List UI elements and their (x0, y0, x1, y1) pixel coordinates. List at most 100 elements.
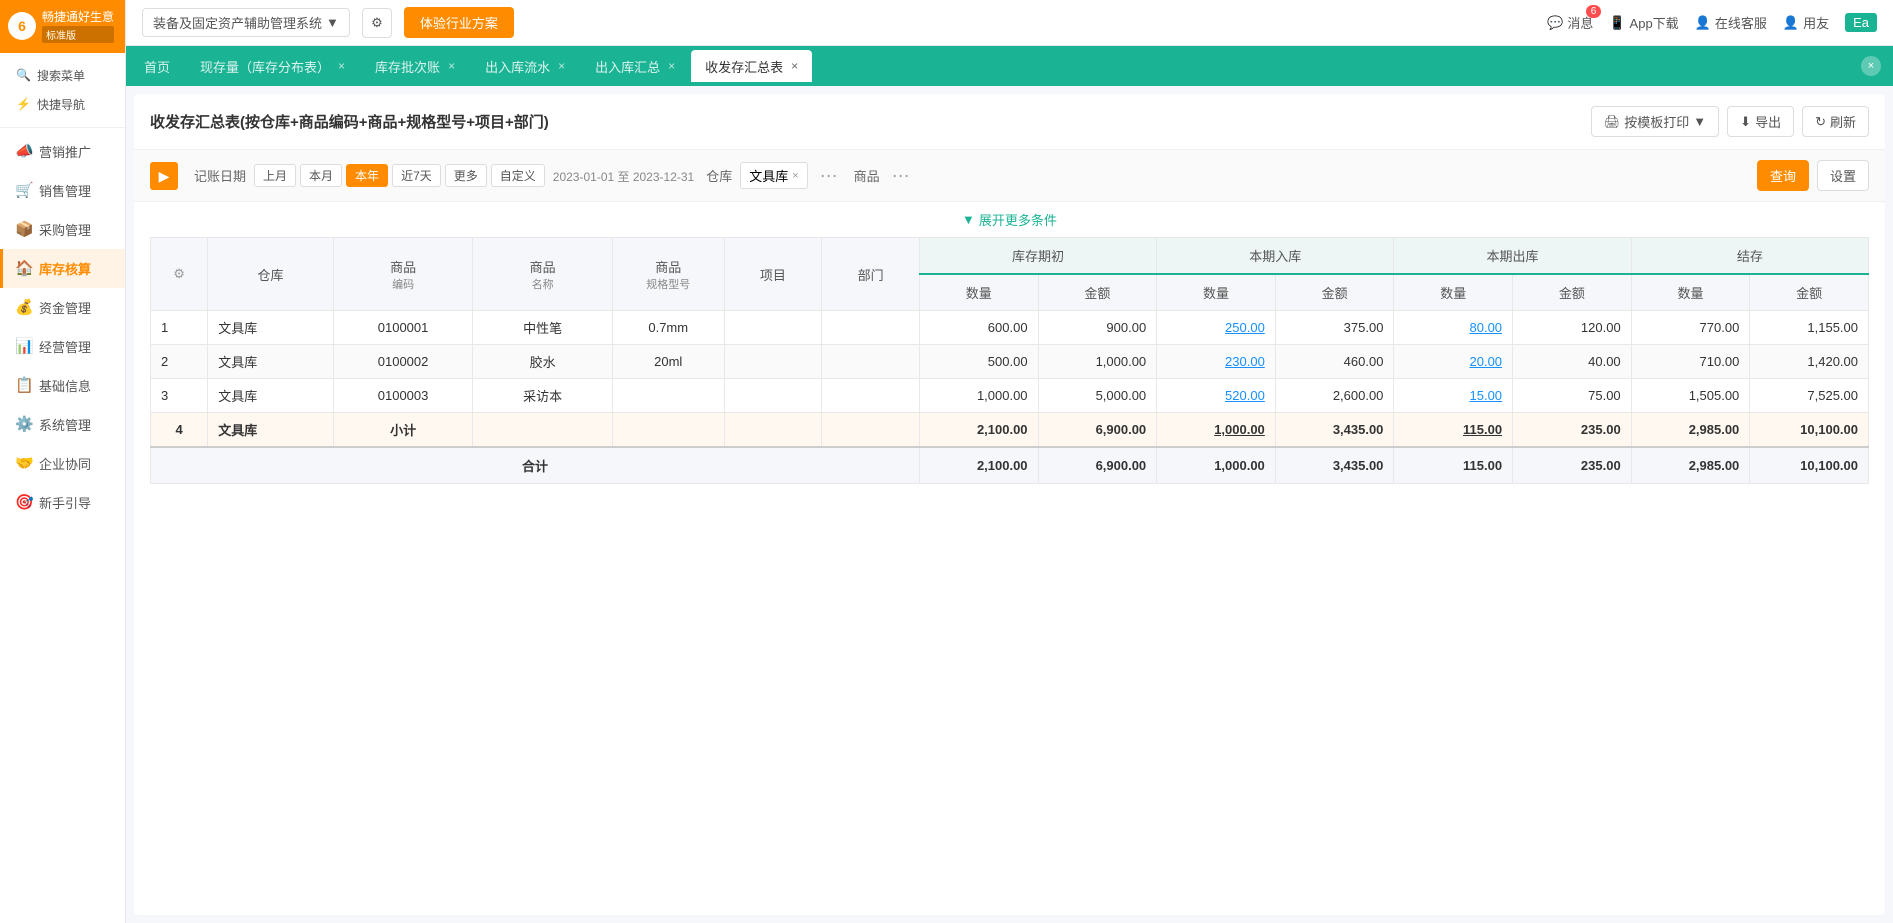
print-icon: 🖨 (1604, 114, 1621, 130)
cell-code-2: 0100002 (333, 345, 473, 379)
subtotal-seq: 4 (151, 413, 208, 448)
cell-out-qty-2[interactable]: 20.00 (1394, 345, 1513, 379)
totals-row: 合计 2,100.00 6,900.00 1,000.00 3,435.00 1… (151, 447, 1869, 484)
warehouse-tag-close-icon[interactable]: × (792, 170, 798, 182)
cell-in-qty-2[interactable]: 230.00 (1157, 345, 1276, 379)
message-action[interactable]: 💬 消息 6 (1547, 13, 1593, 32)
sidebar-item-operations[interactable]: 📊 经营管理 (0, 327, 125, 366)
cell-opening-qty-2: 500.00 (919, 345, 1038, 379)
online-service-action[interactable]: 👤 在线客服 (1695, 13, 1767, 32)
tab-close-in-out-flow[interactable]: × (558, 59, 565, 73)
col-header-spec: 商品规格型号 (612, 238, 724, 311)
cell-out-qty-3[interactable]: 15.00 (1394, 379, 1513, 413)
tab-inventory-dist[interactable]: 现存量（库存分布表） × (186, 50, 359, 82)
cell-in-qty-1[interactable]: 250.00 (1157, 311, 1276, 345)
experience-button[interactable]: 体验行业方案 (404, 7, 514, 38)
col-header-in-qty: 数量 (1157, 274, 1276, 311)
sidebar-item-finance[interactable]: 💰 资金管理 (0, 288, 125, 327)
col-header-warehouse: 仓库 (208, 238, 334, 311)
sidebar-item-inventory[interactable]: 🏠 库存核算 (0, 249, 125, 288)
warehouse-ellipsis[interactable]: ··· (816, 165, 842, 186)
col-header-out-qty: 数量 (1394, 274, 1513, 311)
user-action[interactable]: 👤 用友 (1783, 13, 1829, 32)
totals-in-amt: 3,435.00 (1275, 447, 1394, 484)
subtotal-out-qty[interactable]: 115.00 (1394, 413, 1513, 448)
tab-close-in-out-summary[interactable]: × (668, 59, 675, 73)
tab-home[interactable]: 首页 (130, 50, 184, 82)
table-row: 2 文具库 0100002 胶水 20ml 500.00 1,000.00 23… (151, 345, 1869, 379)
cell-closing-amt-3: 7,525.00 (1750, 379, 1869, 413)
subtotal-out-amt: 235.00 (1513, 413, 1632, 448)
filter-toggle-button[interactable]: ▶ (150, 162, 178, 190)
print-button[interactable]: 🖨 按模板打印 ▼ (1591, 106, 1719, 137)
sidebar-search-section: 🔍 搜索菜单 ⚡ 快捷导航 (0, 53, 125, 128)
app-download-action[interactable]: 📱 App下载 (1609, 13, 1678, 32)
date-btn-this-year[interactable]: 本年 (346, 164, 388, 187)
col-header-name: 商品名称 (473, 238, 613, 311)
date-btn-last-month[interactable]: 上月 (254, 164, 296, 187)
tab-in-out-flow[interactable]: 出入库流水 × (471, 50, 579, 82)
sidebar-item-basic[interactable]: 📋 基础信息 (0, 366, 125, 405)
purchase-icon: 📦 (15, 220, 33, 238)
tab-close-batch-account[interactable]: × (448, 59, 455, 73)
warehouse-tag[interactable]: 文具库 × (740, 162, 807, 189)
date-btn-this-month[interactable]: 本月 (300, 164, 342, 187)
logo-text: 畅捷通好生意 (42, 10, 114, 26)
cell-in-qty-3[interactable]: 520.00 (1157, 379, 1276, 413)
cell-dept-1 (822, 311, 920, 345)
cell-opening-qty-1: 600.00 (919, 311, 1038, 345)
sidebar-item-sales[interactable]: 🛒 销售管理 (0, 171, 125, 210)
system-selector[interactable]: 装备及固定资产辅助管理系统 ▼ (142, 8, 350, 37)
quick-nav-item[interactable]: ⚡ 快捷导航 (8, 90, 117, 119)
col-header-dept: 部门 (822, 238, 920, 311)
print-arrow-icon: ▼ (1693, 114, 1706, 129)
date-btn-more[interactable]: 更多 (445, 164, 487, 187)
cell-dept-2 (822, 345, 920, 379)
totals-opening-qty: 2,100.00 (919, 447, 1038, 484)
date-btn-custom[interactable]: 自定义 (491, 164, 545, 187)
col-header-in-amt: 金额 (1275, 274, 1394, 311)
date-filter-label: 记账日期 (194, 166, 246, 185)
col-header-out-amt: 金额 (1513, 274, 1632, 311)
tab-close-recv-send-summary[interactable]: × (791, 59, 798, 73)
goods-ellipsis[interactable]: ··· (888, 165, 914, 186)
sidebar-item-marketing[interactable]: 📣 营销推广 (0, 132, 125, 171)
col-header-opening-qty: 数量 (919, 274, 1038, 311)
subtotal-in-qty[interactable]: 1,000.00 (1157, 413, 1276, 448)
gear-icon: ⚙ (371, 15, 383, 31)
cell-closing-qty-3: 1,505.00 (1631, 379, 1750, 413)
date-buttons: 上月 本月 本年 近7天 更多 自定义 (254, 164, 545, 187)
subtotal-warehouse: 文具库 (208, 413, 334, 448)
sidebar-item-guide[interactable]: 🎯 新手引导 (0, 483, 125, 522)
cell-closing-amt-2: 1,420.00 (1750, 345, 1869, 379)
tab-batch-account[interactable]: 库存批次账 × (361, 50, 469, 82)
table-settings-icon[interactable]: ⚙ (169, 264, 189, 284)
inventory-icon: 🏠 (15, 259, 33, 277)
tab-bar-close[interactable]: × (1861, 56, 1881, 76)
settings-button[interactable]: ⚙ (362, 8, 392, 38)
refresh-button[interactable]: ↻ 刷新 (1802, 106, 1869, 137)
message-badge: 6 (1586, 5, 1602, 18)
expand-btn[interactable]: ▼ 展开更多条件 (962, 210, 1057, 229)
system-icon: ⚙️ (15, 415, 33, 433)
settings-filter-button[interactable]: 设置 (1817, 160, 1869, 191)
tab-close-inventory-dist[interactable]: × (338, 59, 345, 73)
guide-icon: 🎯 (15, 493, 33, 511)
expand-icon: ▼ (962, 212, 975, 227)
cell-out-qty-1[interactable]: 80.00 (1394, 311, 1513, 345)
sidebar: 6 畅捷通好生意 标准版 🔍 搜索菜单 ⚡ 快捷导航 📣 营销推广 🛒 销售管理… (0, 0, 126, 923)
cell-spec-2: 20ml (612, 345, 724, 379)
sidebar-item-purchase[interactable]: 📦 采购管理 (0, 210, 125, 249)
tab-recv-send-summary[interactable]: 收发存汇总表 × (691, 50, 812, 82)
sidebar-item-collab[interactable]: 🤝 企业协同 (0, 444, 125, 483)
sidebar-logo[interactable]: 6 畅捷通好生意 标准版 (0, 0, 125, 53)
tab-in-out-summary[interactable]: 出入库汇总 × (581, 50, 689, 82)
table-body: 1 文具库 0100001 中性笔 0.7mm 600.00 900.00 25… (151, 311, 1869, 448)
search-menu-item[interactable]: 🔍 搜索菜单 (8, 61, 117, 90)
cell-code-1: 0100001 (333, 311, 473, 345)
subtotal-closing-qty: 2,985.00 (1631, 413, 1750, 448)
sidebar-item-system[interactable]: ⚙️ 系统管理 (0, 405, 125, 444)
export-button[interactable]: ⬇ 导出 (1727, 106, 1794, 137)
date-btn-7days[interactable]: 近7天 (392, 164, 441, 187)
query-button[interactable]: 查询 (1757, 160, 1809, 191)
